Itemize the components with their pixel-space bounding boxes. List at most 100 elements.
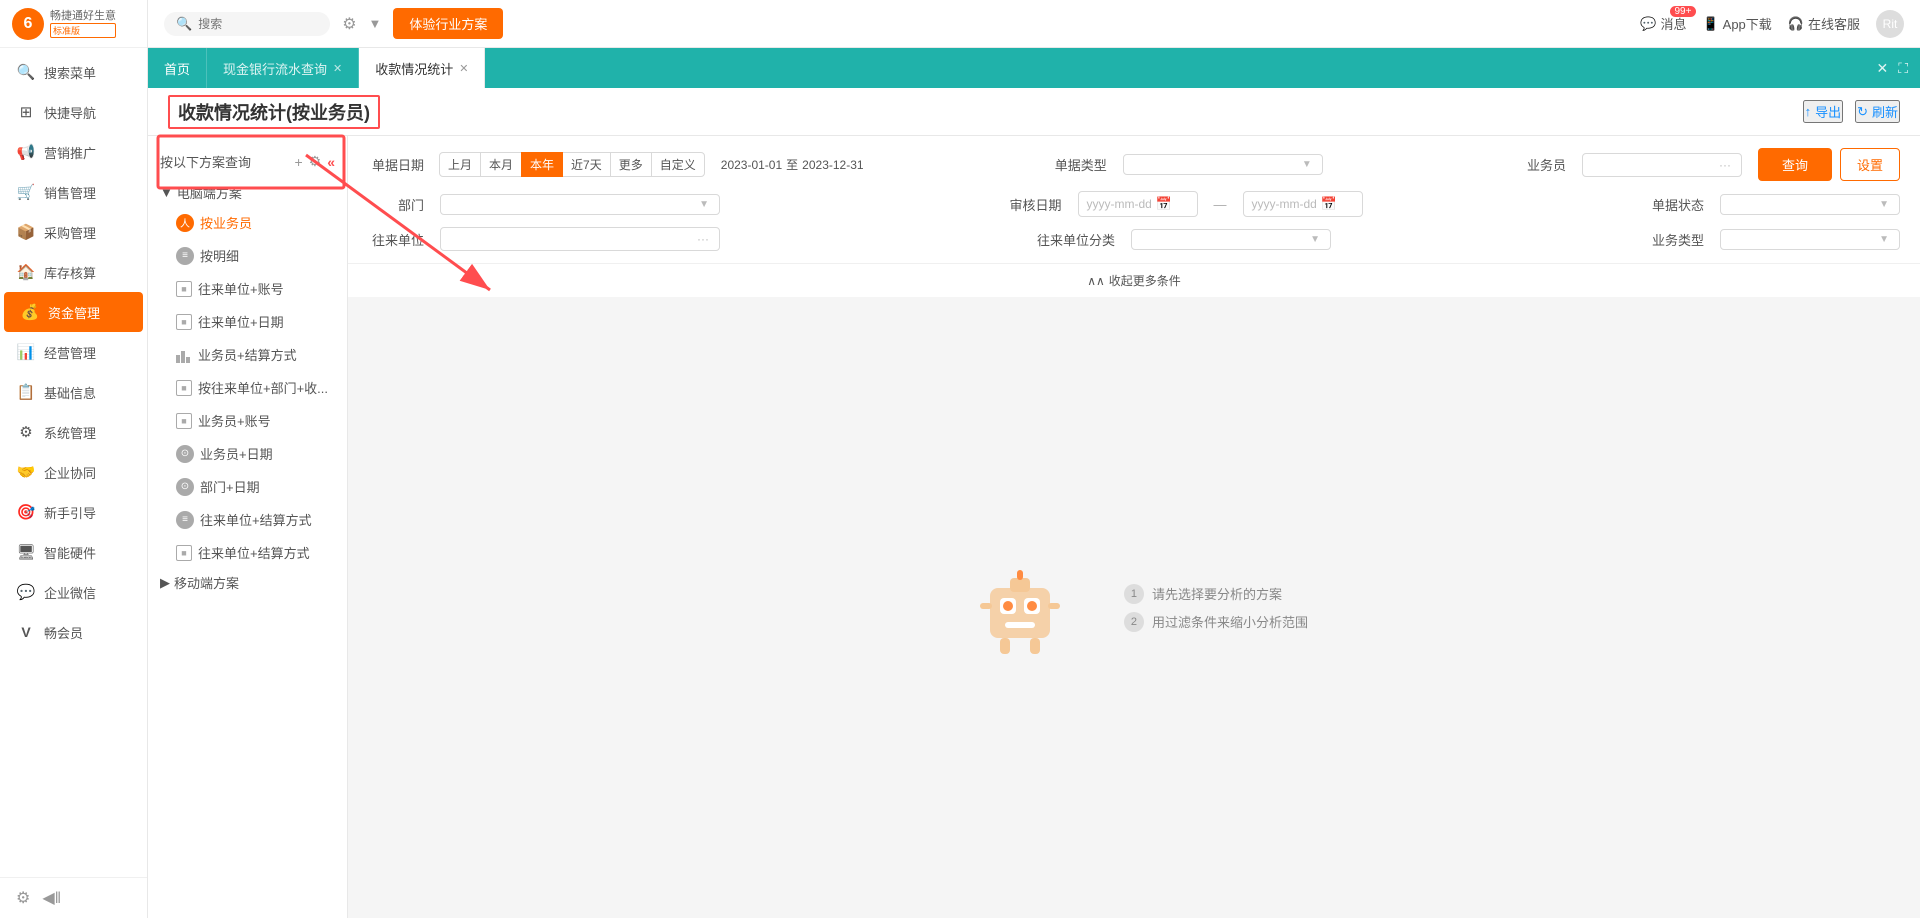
content-area: 按以下方案查询 + ⚙ « ▼ 电脑端方案 人 按业务员 (148, 136, 1920, 918)
sidebar-item-cooperation[interactable]: 🤝 企业协同 (0, 452, 147, 492)
service-button[interactable]: 🎧 在线客服 (1788, 14, 1860, 33)
sidebar-item-quick-nav[interactable]: ⊞ 快捷导航 (0, 92, 147, 132)
sidebar-item-basic-info[interactable]: 📋 基础信息 (0, 372, 147, 412)
scheme-item-partner-dept-receipt[interactable]: ■ 按往来单位+部门+收... (148, 371, 347, 404)
collapse-bar[interactable]: ∧∧ 收起更多条件 (348, 263, 1920, 297)
date-tab-this-year[interactable]: 本年 (521, 152, 563, 177)
finance-icon: 💰 (20, 302, 40, 322)
scheme-item-partner-settlement2[interactable]: ■ 往来单位+结算方式 (148, 536, 347, 569)
export-button[interactable]: ↑ 导出 (1803, 100, 1844, 123)
tab-home[interactable]: 首页 (148, 48, 207, 88)
refresh-button[interactable]: ↻ 刷新 (1855, 100, 1900, 123)
refresh-icon: ↻ (1857, 104, 1868, 120)
date-tab-this-month[interactable]: 本月 (480, 152, 522, 177)
window-close-icon[interactable]: ✕ (1876, 60, 1888, 77)
scheme-item-label: 往来单位+结算方式 (200, 510, 312, 529)
sidebar-item-purchase[interactable]: 📦 采购管理 (0, 212, 147, 252)
sidebar-item-member[interactable]: V 畅会员 (0, 612, 147, 652)
scheme-item-dept-date[interactable]: ⊙ 部门+日期 (148, 470, 347, 503)
sidebar-footer: ⚙ ◀‖ (0, 877, 147, 918)
dept-select[interactable]: ▼ (440, 194, 720, 215)
gear-icon[interactable]: ⚙ (342, 14, 356, 34)
settings-footer-icon[interactable]: ⚙ (16, 888, 30, 908)
partner-category-select[interactable]: ▼ (1131, 229, 1331, 250)
partner-more-icon[interactable]: ··· (697, 232, 709, 246)
search-menu-icon: 🔍 (16, 62, 36, 82)
logo-badge: 标准版 (50, 23, 116, 38)
scheme-item-partner-date[interactable]: ■ 往来单位+日期 (148, 305, 347, 338)
scheme-item-salesman-date[interactable]: ⊙ 业务员+日期 (148, 437, 347, 470)
sidebar-item-wechat[interactable]: 💬 企业微信 (0, 572, 147, 612)
calendar-end-icon: 📅 (1321, 196, 1337, 212)
date-tab-last-month[interactable]: 上月 (439, 152, 481, 177)
bill-type-select[interactable]: ▼ (1123, 154, 1323, 175)
p-settle1-icon: ≡ (176, 511, 194, 529)
salesman-select[interactable]: ··· (1582, 153, 1742, 177)
scheme-group-mobile-title[interactable]: ▶ 移动端方案 (148, 569, 347, 596)
filter-row-2: 部门 ▼ 审核日期 yyyy-mm-dd 📅 — y (368, 191, 1900, 217)
bill-status-chevron-icon: ▼ (1879, 199, 1889, 210)
scheme-group-desktop-title[interactable]: ▼ 电脑端方案 (148, 179, 347, 206)
scheme-item-by-detail[interactable]: ≡ 按明细 (148, 239, 347, 272)
service-icon: 🎧 (1788, 16, 1804, 32)
biz-type-select[interactable]: ▼ (1720, 229, 1900, 250)
sidebar-item-finance[interactable]: 💰 资金管理 (4, 292, 143, 332)
bill-status-select[interactable]: ▼ (1720, 194, 1900, 215)
sidebar-item-guide[interactable]: 🎯 新手引导 (0, 492, 147, 532)
chevron-right-icon: ▶ (160, 575, 170, 591)
tab-bank-flow[interactable]: 现金银行流水查询 ✕ (207, 48, 359, 88)
date-tab-more[interactable]: 更多 (610, 152, 652, 177)
salesman-label: 业务员 (1510, 155, 1566, 174)
message-button[interactable]: 💬 消息 99+ (1640, 14, 1686, 33)
scheme-item-label: 业务员+日期 (200, 444, 273, 463)
chevron-down-icon: ▼ (160, 185, 173, 200)
dept-chevron-icon: ▼ (699, 199, 709, 210)
trial-button[interactable]: 体验行业方案 (393, 8, 503, 39)
sidebar-item-search-menu[interactable]: 🔍 搜索菜单 (0, 52, 147, 92)
panel-add-icon[interactable]: + (294, 154, 302, 170)
settings-button[interactable]: 设置 (1840, 148, 1900, 181)
audit-start-field[interactable]: yyyy-mm-dd 📅 (1078, 191, 1198, 217)
collapse-footer-icon[interactable]: ◀‖ (42, 888, 61, 908)
search-input[interactable] (198, 17, 318, 31)
salesman-date-icon: ⊙ (176, 445, 194, 463)
scheme-item-salesman-settlement[interactable]: 业务员+结算方式 (148, 338, 347, 371)
scheme-item-partner-account[interactable]: ■ 往来单位+账号 (148, 272, 347, 305)
scheme-item-partner-settlement1[interactable]: ≡ 往来单位+结算方式 (148, 503, 347, 536)
partner-select[interactable]: ··· (440, 227, 720, 251)
scheme-item-by-salesman[interactable]: 人 按业务员 (148, 206, 347, 239)
logo-text: 畅捷通好生意 (50, 9, 116, 23)
date-tabs: 上月 本月 本年 近7天 更多 自定义 (440, 152, 705, 177)
sidebar-item-marketing[interactable]: 📢 营销推广 (0, 132, 147, 172)
scheme-item-salesman-account[interactable]: ■ 业务员+账号 (148, 404, 347, 437)
marketing-icon: 📢 (16, 142, 36, 162)
scheme-item-label: 业务员+账号 (198, 411, 271, 430)
window-max-icon[interactable]: ⛶ (1898, 60, 1908, 77)
tab-bank-flow-close[interactable]: ✕ (333, 62, 342, 75)
user-avatar[interactable]: Rit (1876, 10, 1904, 38)
panel-settings-icon[interactable]: ⚙ (309, 153, 322, 170)
audit-end-field[interactable]: yyyy-mm-dd 📅 (1243, 191, 1363, 217)
tip-number-1: 1 (1124, 584, 1144, 604)
date-tab-custom[interactable]: 自定义 (651, 152, 705, 177)
bill-type-label: 单据类型 (1051, 155, 1107, 174)
topbar-search[interactable]: 🔍 (164, 12, 330, 36)
sidebar-item-sales[interactable]: 🛒 销售管理 (0, 172, 147, 212)
scheme-item-label: 往来单位+结算方式 (198, 543, 310, 562)
audit-end-placeholder: yyyy-mm-dd (1252, 197, 1317, 211)
app-download-button[interactable]: 📱 App下载 (1702, 14, 1771, 33)
sidebar-item-inventory[interactable]: 🏠 库存核算 (0, 252, 147, 292)
sidebar-item-smart-hw[interactable]: 🖥 智能硬件 (0, 532, 147, 572)
sidebar-item-system[interactable]: ⚙ 系统管理 (0, 412, 147, 452)
date-tab-7days[interactable]: 近7天 (562, 152, 611, 177)
panel-collapse-icon[interactable]: « (327, 154, 335, 170)
tab-receipt-stats-close[interactable]: ✕ (459, 62, 468, 75)
tab-home-label: 首页 (164, 59, 190, 78)
tab-receipt-stats[interactable]: 收款情况统计 ✕ (359, 48, 485, 88)
panel-header: 按以下方案查询 + ⚙ « (148, 148, 347, 179)
partner-category-label: 往来单位分类 (1037, 230, 1115, 249)
more-options-icon[interactable]: ··· (1719, 158, 1731, 172)
sidebar-item-operation[interactable]: 📊 经营管理 (0, 332, 147, 372)
query-button[interactable]: 查询 (1758, 148, 1832, 181)
chevron-down-icon: ▼ (1302, 159, 1312, 170)
